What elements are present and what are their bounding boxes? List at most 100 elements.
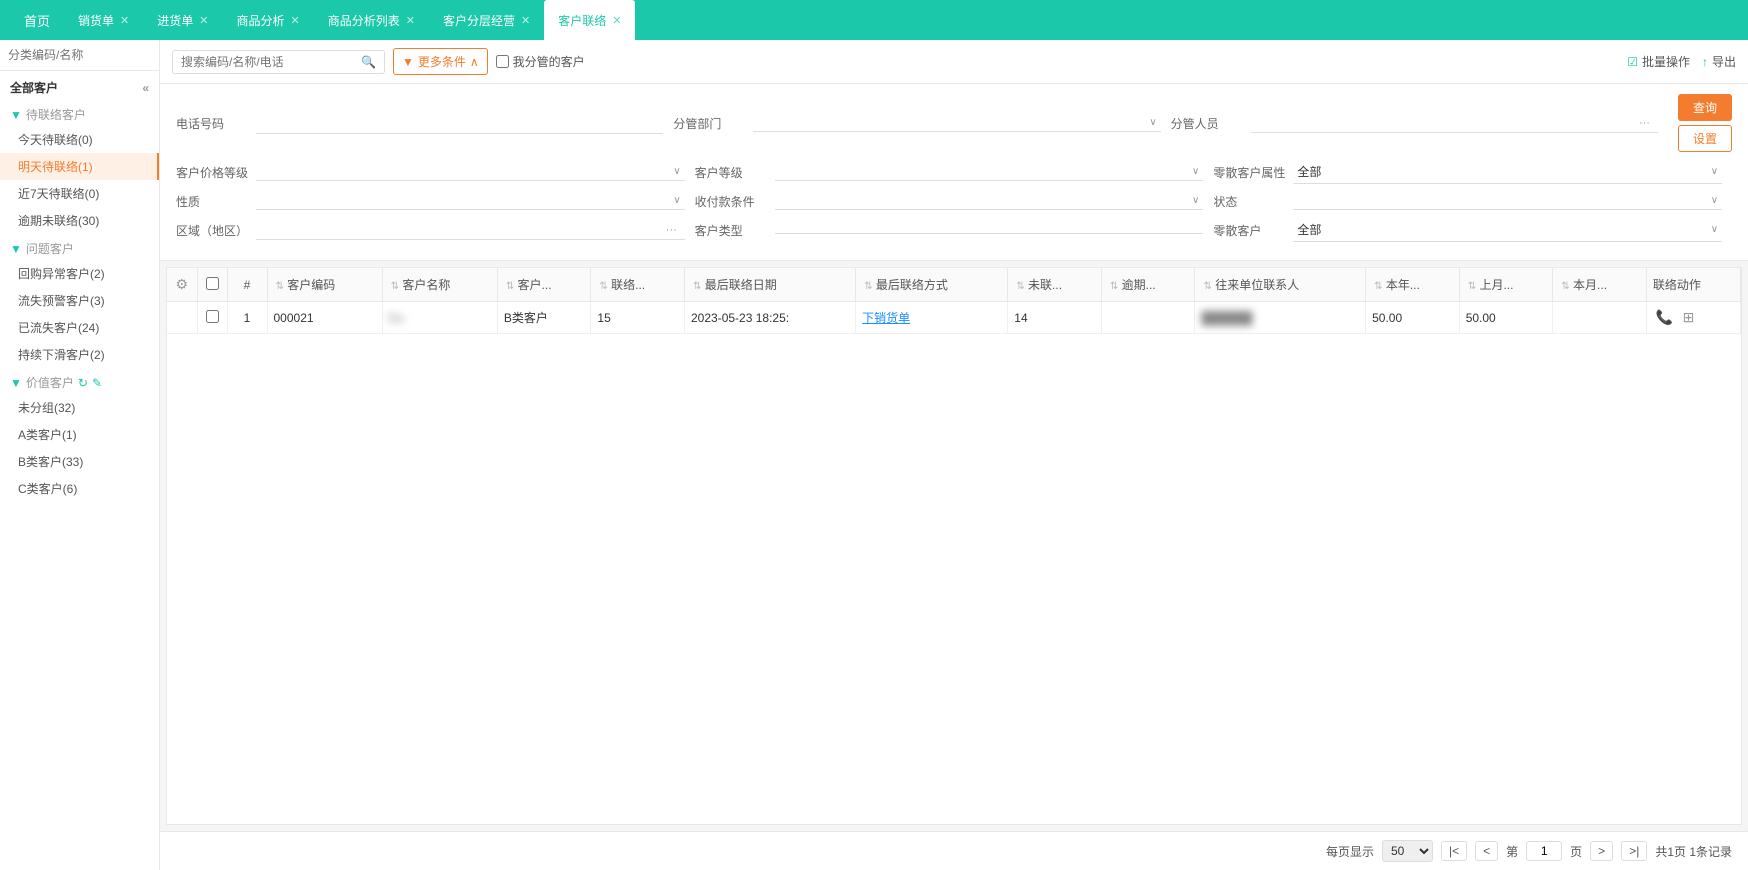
main-layout: 🔍 全部客户 « ▼ 待联络客户 今天待联络(0) 明天待联络(1) 近7天待联…: [0, 40, 1748, 870]
filter-status-cell: 状态 ∨: [1213, 192, 1732, 210]
row-checkbox[interactable]: [206, 310, 219, 323]
filter-price-level-cell: 客户价格等级 ∨: [176, 163, 695, 181]
action-phone-icon[interactable]: 📞: [1656, 309, 1673, 326]
sort-icon-name: ⇅: [391, 281, 399, 292]
row-type: B类客户: [497, 302, 591, 334]
sidebar-item-ungrouped[interactable]: 未分组(32): [0, 394, 159, 421]
export-button[interactable]: ↑ 导出: [1702, 53, 1736, 70]
col-checkbox[interactable]: [197, 268, 227, 302]
col-no-contact: ⇅ 未联...: [1008, 268, 1102, 302]
table-row: 1 000021 Ea B类客户 15 2023-05-23 18:25: 下销…: [167, 302, 1741, 334]
sidebar-item-a-class[interactable]: A类客户(1): [0, 421, 159, 448]
last-page-button[interactable]: >|: [1621, 841, 1647, 861]
close-purchase-order-icon[interactable]: ✕: [199, 14, 208, 27]
all-customers-label: 全部客户: [10, 79, 58, 96]
filter-region-select[interactable]: ···: [256, 221, 685, 240]
bulk-action-icon: ☑: [1627, 55, 1638, 69]
sidebar-item-c-class[interactable]: C类客户(6): [0, 475, 159, 502]
filter-status-select[interactable]: ∨: [1293, 192, 1722, 210]
filter-gender-select[interactable]: ∨: [256, 192, 685, 210]
nav-product-analysis[interactable]: 商品分析 ✕: [222, 0, 313, 40]
next-page-button[interactable]: >: [1590, 841, 1613, 861]
toolbar: 🔍 ▼ 更多条件 ∧ 我分管的客户 ☑ 批量操作 ↑ 导出: [160, 40, 1748, 84]
page-number-input[interactable]: [1526, 841, 1562, 861]
sidebar-item-declining[interactable]: 持续下滑客户(2): [0, 341, 159, 368]
close-sales-order-icon[interactable]: ✕: [120, 14, 129, 27]
nav-sales-order[interactable]: 销货单 ✕: [64, 0, 143, 40]
export-label: 导出: [1712, 53, 1736, 70]
col-settings[interactable]: ⚙: [167, 268, 197, 302]
nav-customer-contact[interactable]: 客户联络 ✕: [544, 0, 635, 40]
refresh-value-icon[interactable]: ↻: [78, 376, 88, 390]
filter-cust-type-select[interactable]: [775, 227, 1204, 234]
filter-retail-attr-select[interactable]: 全部∨: [1293, 160, 1722, 184]
filter-gender-label: 性质: [176, 193, 256, 210]
search-icon[interactable]: 🔍: [361, 55, 376, 69]
sidebar-item-repurchase-abnormal[interactable]: 回购异常客户(2): [0, 260, 159, 287]
filter-payment-select[interactable]: ∨: [775, 192, 1204, 210]
col-code: ⇅ 客户编码: [267, 268, 382, 302]
filter-person-cell: 分管人员 ···: [1171, 114, 1668, 133]
row-last-month: 50.00: [1459, 302, 1553, 334]
edit-value-icon[interactable]: ✎: [92, 376, 102, 390]
nav-home[interactable]: 首页: [10, 0, 64, 40]
filter-row-1: 电话号码 分管部门 ∨ 分管人员 ··· 查询 设置: [176, 94, 1732, 152]
prev-page-button[interactable]: <: [1475, 841, 1498, 861]
filter-label: 更多条件: [418, 53, 466, 70]
sidebar-item-b-class[interactable]: B类客户(33): [0, 448, 159, 475]
filter-price-level-select[interactable]: ∨: [256, 163, 685, 181]
col-last-contact-method: ⇅ 最后联络方式: [856, 268, 1008, 302]
sidebar: 🔍 全部客户 « ▼ 待联络客户 今天待联络(0) 明天待联络(1) 近7天待联…: [0, 40, 160, 870]
action-grid-icon[interactable]: ⊞: [1683, 309, 1695, 326]
filter-payment-label: 收付款条件: [695, 193, 775, 210]
filter-price-level-label: 客户价格等级: [176, 164, 256, 181]
filter-dept-cell: 分管部门 ∨: [673, 114, 1170, 132]
close-product-analysis-list-icon[interactable]: ✕: [406, 14, 415, 27]
first-page-button[interactable]: |<: [1441, 841, 1467, 861]
nav-purchase-order[interactable]: 进货单 ✕: [143, 0, 222, 40]
filter-retail-customer-select[interactable]: 全部∨: [1293, 218, 1722, 242]
nav-product-analysis-list[interactable]: 商品分析列表 ✕: [314, 0, 429, 40]
sort-icon-method: ⇅: [864, 281, 872, 292]
close-customer-stratification-icon[interactable]: ✕: [521, 14, 530, 27]
last-method-link[interactable]: 下销货单: [862, 311, 910, 325]
filter-retail-attr-label: 零散客户属性: [1213, 164, 1293, 181]
reset-button[interactable]: 设置: [1678, 125, 1732, 152]
sidebar-item-7day-contact[interactable]: 近7天待联络(0): [0, 180, 159, 207]
sidebar-collapse-icon[interactable]: «: [142, 81, 149, 95]
row-name: Ea: [382, 302, 497, 334]
select-all-checkbox[interactable]: [206, 277, 219, 290]
settings-gear-icon[interactable]: ⚙: [175, 276, 188, 292]
value-customer-group: ▼ 价值客户 ↻ ✎: [0, 368, 159, 394]
my-customer-checkbox[interactable]: [496, 55, 509, 68]
query-button[interactable]: 查询: [1678, 94, 1732, 121]
filter-level-select[interactable]: ∨: [775, 163, 1204, 181]
sidebar-item-churn-warning[interactable]: 流失预警客户(3): [0, 287, 159, 314]
row-unit-contact: ██████: [1195, 302, 1366, 334]
sidebar-item-overdue-contact[interactable]: 逾期未联络(30): [0, 207, 159, 234]
filter-more-button[interactable]: ▼ 更多条件 ∧: [393, 48, 488, 75]
filter-dept-select[interactable]: ∨: [753, 114, 1160, 132]
filter-phone-input[interactable]: [256, 113, 663, 134]
filter-phone-label: 电话号码: [176, 115, 256, 132]
export-icon: ↑: [1702, 55, 1708, 69]
filter-person-select[interactable]: ···: [1251, 114, 1658, 133]
per-page-select[interactable]: 50 100 200: [1382, 840, 1433, 862]
search-input[interactable]: [181, 55, 361, 69]
row-last-method[interactable]: 下销货单: [856, 302, 1008, 334]
row-contact-count: 15: [591, 302, 685, 334]
col-contact-count: ⇅ 联络...: [591, 268, 685, 302]
filter-region-label: 区域（地区）: [176, 222, 256, 239]
close-customer-contact-icon[interactable]: ✕: [612, 14, 621, 27]
sidebar-item-churned[interactable]: 已流失客户(24): [0, 314, 159, 341]
row-checkbox-cell[interactable]: [197, 302, 227, 334]
row-action-cell: 📞 ⊞: [1646, 302, 1740, 334]
col-this-month: ⇅ 本月...: [1553, 268, 1647, 302]
close-product-analysis-icon[interactable]: ✕: [291, 14, 300, 27]
sidebar-search-input[interactable]: [8, 48, 160, 62]
bulk-action-button[interactable]: ☑ 批量操作: [1627, 53, 1690, 70]
table-header-row: ⚙ # ⇅ 客户编码 ⇅ 客户名称 ⇅ 客户...: [167, 268, 1741, 302]
sidebar-item-today-contact[interactable]: 今天待联络(0): [0, 126, 159, 153]
nav-customer-stratification[interactable]: 客户分层经营 ✕: [429, 0, 544, 40]
sidebar-item-tomorrow-contact[interactable]: 明天待联络(1): [0, 153, 159, 180]
